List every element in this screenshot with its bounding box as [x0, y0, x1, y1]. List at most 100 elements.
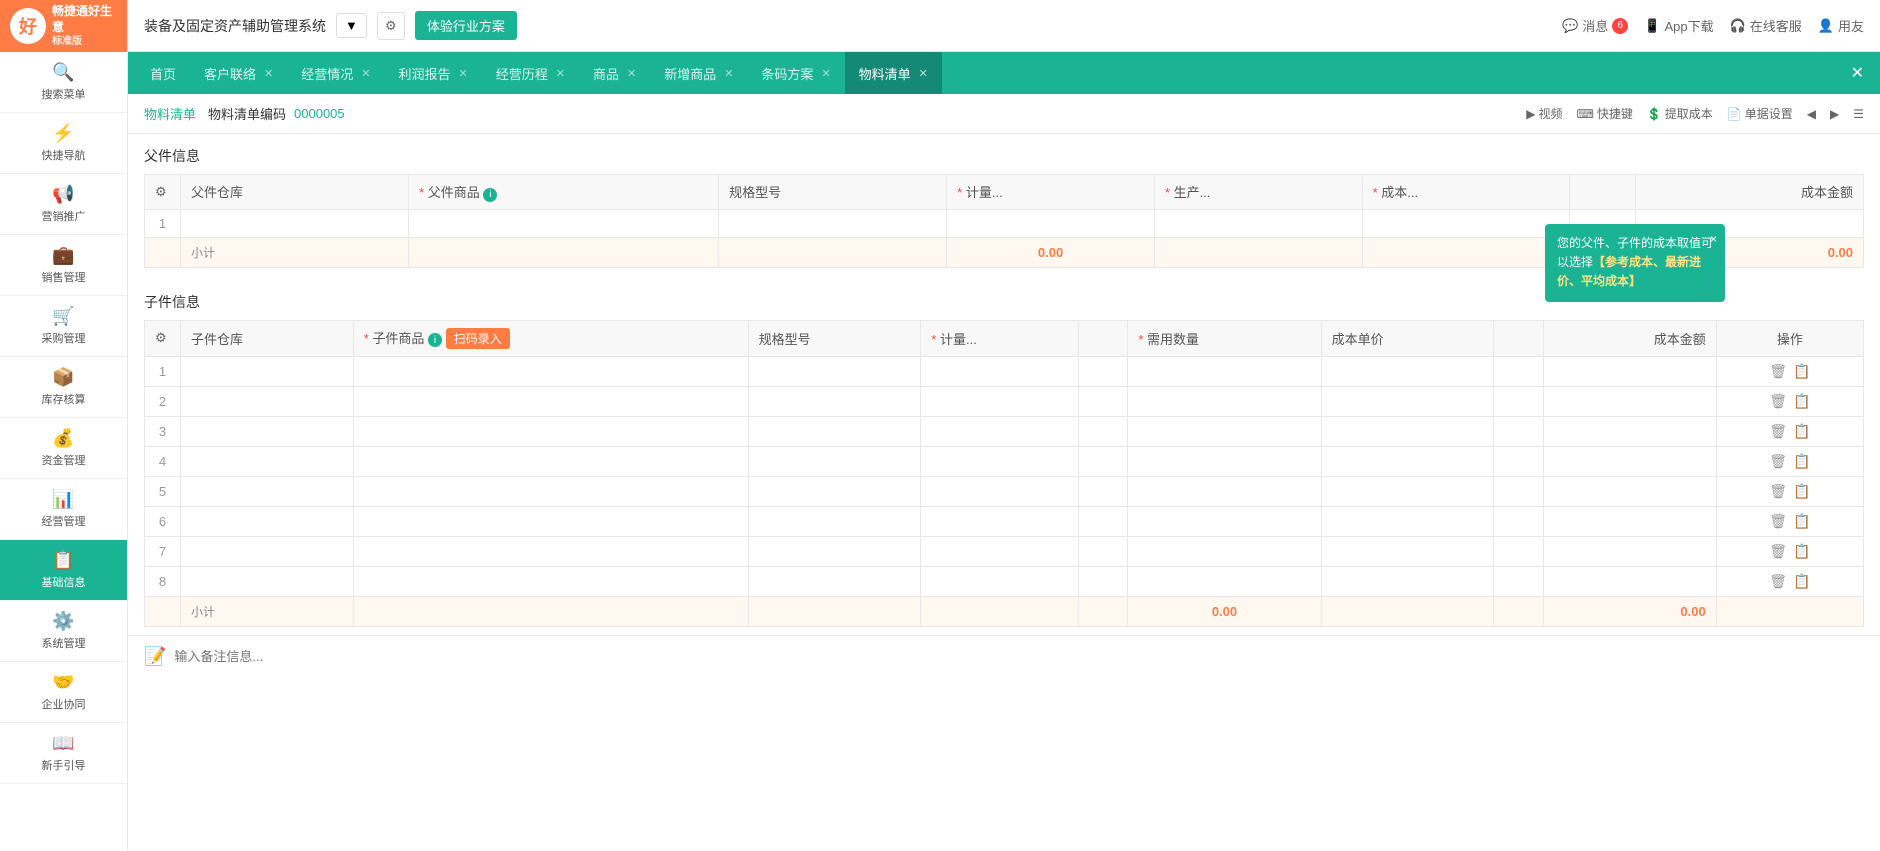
- parent-row-1-warehouse[interactable]: [181, 209, 409, 237]
- child-row-6-required-qty[interactable]: [1128, 506, 1321, 536]
- tab-profit[interactable]: 利润报告 ✕: [384, 52, 481, 94]
- child-row-6-unit-cost[interactable]: [1321, 506, 1494, 536]
- child-row-3-spec[interactable]: [748, 416, 921, 446]
- child-row-3-required-qty[interactable]: [1128, 416, 1321, 446]
- child-row-8-required-qty[interactable]: [1128, 566, 1321, 596]
- child-row-2-qty-unit[interactable]: [921, 386, 1078, 416]
- tab-add-goods-close[interactable]: ✕: [724, 67, 733, 80]
- child-row-4-product[interactable]: [353, 446, 748, 476]
- note-input[interactable]: [174, 649, 1864, 664]
- sidebar-item-guide[interactable]: 📖 新手引导: [0, 723, 127, 784]
- child-row-8-product[interactable]: [353, 566, 748, 596]
- child-row-6-warehouse[interactable]: [181, 506, 354, 536]
- delete-icon-row-7[interactable]: 🗑: [1769, 543, 1787, 560]
- user-avatar-button[interactable]: 👤 用友: [1818, 16, 1864, 35]
- delete-icon-row-3[interactable]: 🗑: [1769, 423, 1787, 440]
- tab-goods[interactable]: 商品 ✕: [579, 52, 650, 94]
- child-row-5-product[interactable]: [353, 476, 748, 506]
- child-table-settings-icon[interactable]: ⚙: [155, 330, 167, 345]
- tooltip-close-button[interactable]: ×: [1710, 230, 1717, 249]
- toolbar-single-settings[interactable]: 📄 单据设置: [1727, 105, 1793, 122]
- child-row-2-unit-cost[interactable]: [1321, 386, 1494, 416]
- sidebar-item-operations[interactable]: 📊 经营管理: [0, 479, 127, 540]
- system-dropdown[interactable]: ▼: [336, 13, 367, 38]
- sidebar-item-search[interactable]: 🔍 搜索菜单: [0, 52, 127, 113]
- tab-customer-close[interactable]: ✕: [264, 67, 273, 80]
- parent-row-1-production[interactable]: [1154, 209, 1362, 237]
- child-row-8-warehouse[interactable]: [181, 566, 354, 596]
- tab-ops-status[interactable]: 经营情况 ✕: [287, 52, 384, 94]
- parent-row-1-spec[interactable]: [719, 209, 947, 237]
- child-row-5-required-qty[interactable]: [1128, 476, 1321, 506]
- child-row-7-product[interactable]: [353, 536, 748, 566]
- child-row-4-warehouse[interactable]: [181, 446, 354, 476]
- tab-ops-history[interactable]: 经营历程 ✕: [482, 52, 579, 94]
- copy-icon-row-6[interactable]: 📋: [1793, 513, 1810, 530]
- copy-icon-row-1[interactable]: 📋: [1793, 363, 1810, 380]
- tab-ops-close[interactable]: ✕: [361, 67, 370, 80]
- child-row-7-required-qty[interactable]: [1128, 536, 1321, 566]
- trial-button[interactable]: 体验行业方案: [415, 11, 517, 40]
- child-row-7-unit-cost[interactable]: [1321, 536, 1494, 566]
- child-row-6-qty-unit[interactable]: [921, 506, 1078, 536]
- child-row-2-warehouse[interactable]: [181, 386, 354, 416]
- child-row-2-spec[interactable]: [748, 386, 921, 416]
- child-row-5-warehouse[interactable]: [181, 476, 354, 506]
- child-row-6-spec[interactable]: [748, 506, 921, 536]
- child-row-4-spec[interactable]: [748, 446, 921, 476]
- sidebar-item-basic-info[interactable]: 📋 基础信息: [0, 540, 127, 601]
- child-row-1-product[interactable]: [353, 356, 748, 386]
- child-row-1-warehouse[interactable]: [181, 356, 354, 386]
- tab-home[interactable]: 首页: [136, 52, 190, 94]
- delete-icon-row-6[interactable]: 🗑: [1769, 513, 1787, 530]
- toolbar-nav-prev[interactable]: ◀: [1807, 107, 1816, 121]
- tab-material-list[interactable]: 物料清单 ✕: [845, 52, 942, 94]
- child-row-6-product[interactable]: [353, 506, 748, 536]
- sidebar-item-purchase[interactable]: 🛒 采购管理: [0, 296, 127, 357]
- online-service-button[interactable]: 🎧 在线客服: [1730, 16, 1802, 35]
- copy-icon-row-2[interactable]: 📋: [1793, 393, 1810, 410]
- delete-icon-row-8[interactable]: 🗑: [1769, 573, 1787, 590]
- tab-goods-close[interactable]: ✕: [627, 67, 636, 80]
- sidebar-item-collab[interactable]: 🤝 企业协同: [0, 662, 127, 723]
- sidebar-item-sales[interactable]: 💼 销售管理: [0, 235, 127, 296]
- settings-button[interactable]: ⚙: [377, 12, 405, 40]
- sidebar-item-system[interactable]: ⚙️ 系统管理: [0, 601, 127, 662]
- child-row-7-spec[interactable]: [748, 536, 921, 566]
- child-row-5-qty-unit[interactable]: [921, 476, 1078, 506]
- message-button[interactable]: 💬 消息 6: [1562, 16, 1628, 35]
- sidebar-item-quick-nav[interactable]: ⚡ 快捷导航: [0, 113, 127, 174]
- child-row-1-spec[interactable]: [748, 356, 921, 386]
- tab-material-close[interactable]: ✕: [919, 67, 928, 80]
- tab-add-goods[interactable]: 新增商品 ✕: [650, 52, 747, 94]
- child-row-1-unit-cost[interactable]: [1321, 356, 1494, 386]
- child-row-7-warehouse[interactable]: [181, 536, 354, 566]
- child-row-3-qty-unit[interactable]: [921, 416, 1078, 446]
- child-row-4-unit-cost[interactable]: [1321, 446, 1494, 476]
- child-row-8-qty-unit[interactable]: [921, 566, 1078, 596]
- tab-customer[interactable]: 客户联络 ✕: [190, 52, 287, 94]
- app-download-button[interactable]: 📱 App下载: [1644, 16, 1713, 35]
- tab-barcode[interactable]: 条码方案 ✕: [747, 52, 844, 94]
- child-row-3-warehouse[interactable]: [181, 416, 354, 446]
- child-row-3-unit-cost[interactable]: [1321, 416, 1494, 446]
- child-row-2-required-qty[interactable]: [1128, 386, 1321, 416]
- tab-barcode-close[interactable]: ✕: [821, 67, 830, 80]
- delete-icon-row-5[interactable]: 🗑: [1769, 483, 1787, 500]
- copy-icon-row-3[interactable]: 📋: [1793, 423, 1810, 440]
- toolbar-extract-cost[interactable]: 💲 提取成本: [1647, 105, 1713, 122]
- child-row-1-required-qty[interactable]: [1128, 356, 1321, 386]
- copy-icon-row-7[interactable]: 📋: [1793, 543, 1810, 560]
- child-row-8-unit-cost[interactable]: [1321, 566, 1494, 596]
- child-row-5-spec[interactable]: [748, 476, 921, 506]
- tab-profit-close[interactable]: ✕: [459, 67, 468, 80]
- sidebar-item-marketing[interactable]: 📢 营销推广: [0, 174, 127, 235]
- table-settings-icon[interactable]: ⚙: [155, 184, 167, 199]
- close-all-tabs[interactable]: ✕: [1843, 63, 1872, 83]
- scan-button[interactable]: 扫码录入: [446, 328, 510, 349]
- copy-icon-row-4[interactable]: 📋: [1793, 453, 1810, 470]
- toolbar-menu[interactable]: ☰: [1853, 107, 1864, 121]
- child-row-8-spec[interactable]: [748, 566, 921, 596]
- toolbar-shortcut[interactable]: ⌨ 快捷键: [1576, 105, 1632, 122]
- delete-icon-row-1[interactable]: 🗑: [1769, 363, 1787, 380]
